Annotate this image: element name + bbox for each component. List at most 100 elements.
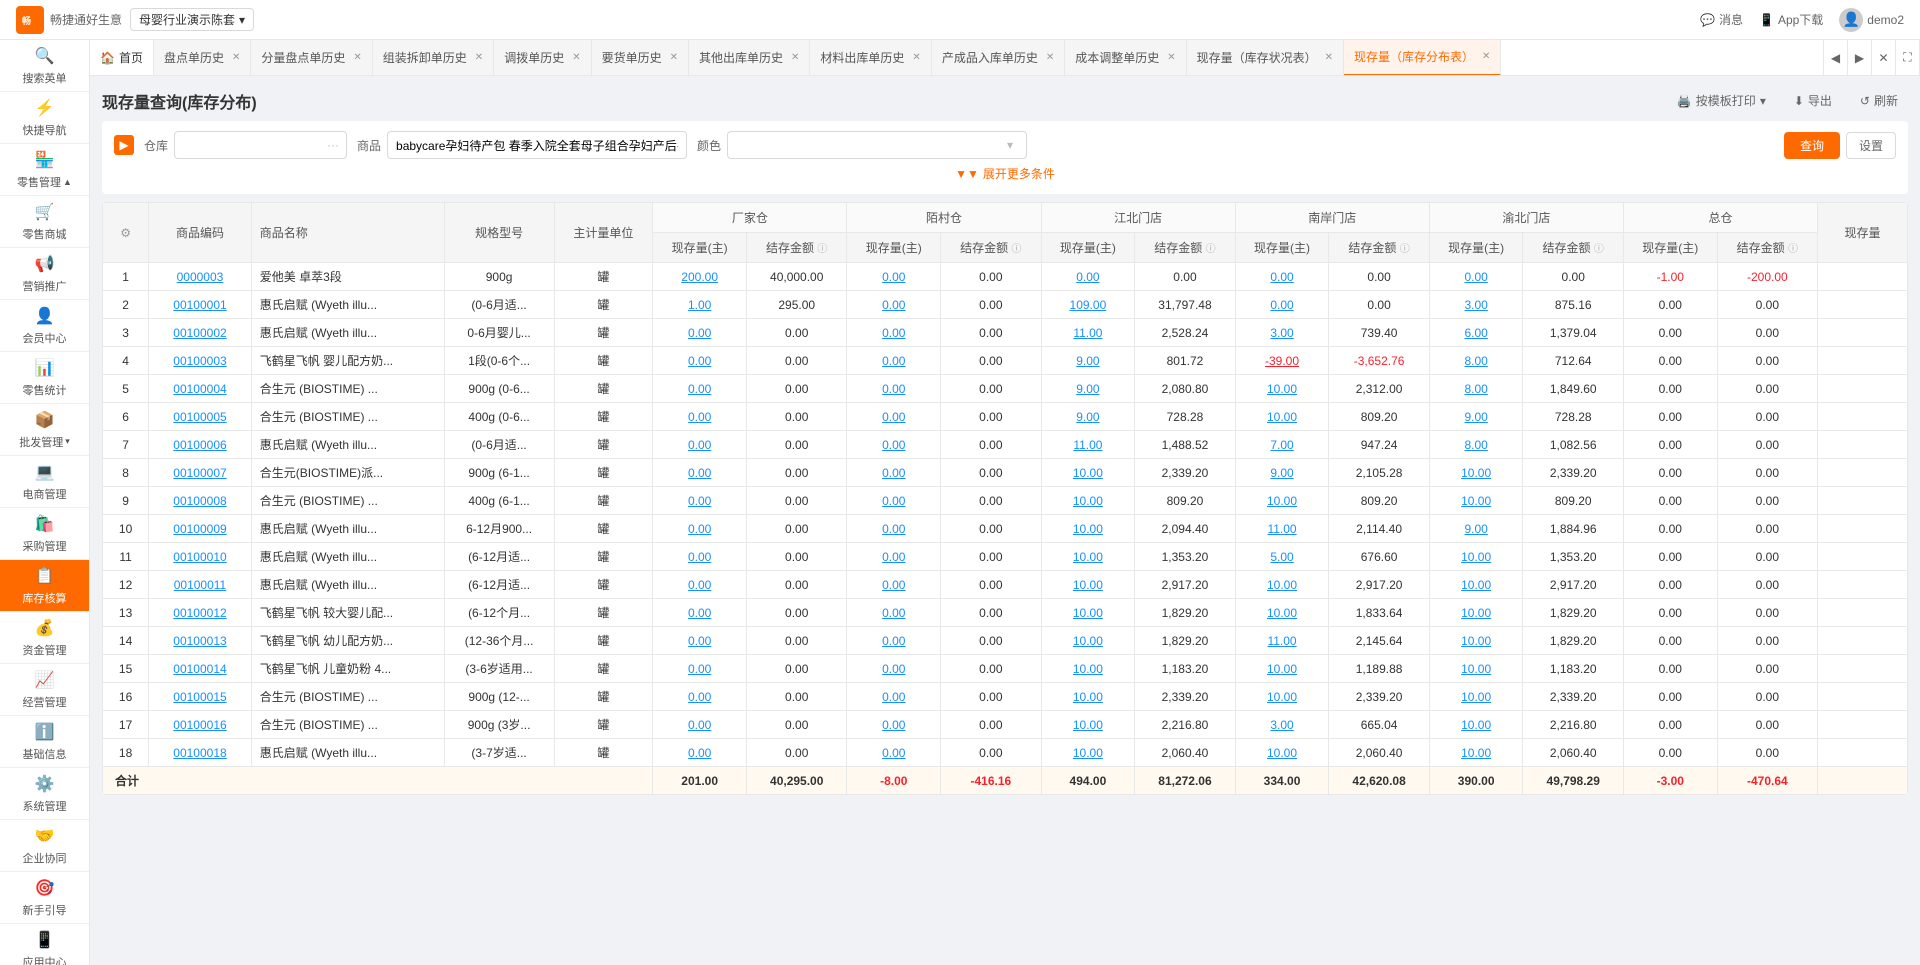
sidebar-item-marketing[interactable]: 📢 营销推广: [0, 248, 89, 300]
mucun-qty-link[interactable]: 0.00: [882, 522, 905, 536]
close-material-out-icon[interactable]: ✕: [912, 52, 920, 63]
sidebar-item-shortcut[interactable]: ⚡ 快捷导航: [0, 92, 89, 144]
sidebar-item-retail-stat[interactable]: 📊 零售统计: [0, 352, 89, 404]
jiangbei-qty-link[interactable]: 0.00: [1076, 270, 1099, 284]
color-input[interactable]: [727, 131, 1027, 159]
jiangbei-qty-link[interactable]: 9.00: [1076, 410, 1099, 424]
nanan-qty-link[interactable]: 10.00: [1267, 382, 1297, 396]
tab-stock-status[interactable]: 现存量（库存状况表） ✕: [1187, 40, 1344, 76]
mucun-qty-link[interactable]: 0.00: [882, 298, 905, 312]
yubei-qty-link[interactable]: 10.00: [1461, 718, 1491, 732]
export-button[interactable]: ⬇ 导出: [1784, 88, 1842, 113]
yubei-qty-link[interactable]: 8.00: [1464, 438, 1487, 452]
jiangbei-qty-link[interactable]: 10.00: [1073, 494, 1103, 508]
mucun-qty-link[interactable]: 0.00: [882, 690, 905, 704]
yubei-qty-link[interactable]: 10.00: [1461, 662, 1491, 676]
mucun-qty-link[interactable]: 0.00: [882, 438, 905, 452]
sidebar-item-appcenter[interactable]: 📱 应用中心: [0, 924, 89, 965]
yubei-qty-link[interactable]: 10.00: [1461, 466, 1491, 480]
mucun-qty-link[interactable]: 0.00: [882, 746, 905, 760]
nanan-qty-link[interactable]: 10.00: [1267, 606, 1297, 620]
refresh-button[interactable]: ↺ 刷新: [1850, 88, 1908, 113]
jiangbei-qty-link[interactable]: 10.00: [1073, 550, 1103, 564]
tab-other-out[interactable]: 其他出库单历史 ✕: [689, 40, 810, 76]
tab-assembly[interactable]: 组装拆卸单历史 ✕: [373, 40, 494, 76]
code-link[interactable]: 00100013: [173, 634, 226, 648]
app-download-btn[interactable]: 📱 App下载: [1759, 11, 1823, 28]
mucun-qty-link[interactable]: 0.00: [882, 354, 905, 368]
mucun-qty-link[interactable]: 0.00: [882, 550, 905, 564]
jiangbei-qty-link[interactable]: 10.00: [1073, 634, 1103, 648]
yubei-qty-link[interactable]: 0.00: [1464, 270, 1487, 284]
close-cost-adj-icon[interactable]: ✕: [1167, 52, 1175, 63]
jiangbei-qty-link[interactable]: 9.00: [1076, 382, 1099, 396]
nanan-qty-link[interactable]: 0.00: [1270, 270, 1293, 284]
nanan-qty-link[interactable]: -39.00: [1265, 354, 1299, 368]
sidebar-item-purchase[interactable]: 🛍️ 采购管理: [0, 508, 89, 560]
sidebar-item-retail-mall[interactable]: 🛒 零售商城: [0, 196, 89, 248]
code-link[interactable]: 0000003: [177, 270, 224, 284]
yubei-qty-link[interactable]: 10.00: [1461, 746, 1491, 760]
nanan-qty-link[interactable]: 3.00: [1270, 718, 1293, 732]
sidebar-item-member[interactable]: 👤 会员中心: [0, 300, 89, 352]
jiangbei-qty-link[interactable]: 10.00: [1073, 746, 1103, 760]
code-link[interactable]: 00100010: [173, 550, 226, 564]
jiangbei-qty-link[interactable]: 11.00: [1073, 438, 1102, 452]
tab-stocktaking[interactable]: 盘点单历史 ✕: [154, 40, 251, 76]
factory-qty-link[interactable]: 0.00: [688, 326, 711, 340]
close-purchase-order-icon[interactable]: ✕: [670, 52, 678, 63]
jiangbei-qty-link[interactable]: 10.00: [1073, 718, 1103, 732]
mucun-qty-link[interactable]: 0.00: [882, 494, 905, 508]
tab-scroll-left[interactable]: ◀: [1824, 40, 1848, 76]
factory-qty-link[interactable]: 0.00: [688, 578, 711, 592]
tab-maximize[interactable]: ⛶: [1896, 40, 1920, 76]
code-link[interactable]: 00100004: [173, 382, 226, 396]
tab-home[interactable]: 🏠 首页: [90, 40, 154, 76]
yubei-qty-link[interactable]: 10.00: [1461, 606, 1491, 620]
yubei-qty-link[interactable]: 9.00: [1464, 410, 1487, 424]
close-other-out-icon[interactable]: ✕: [791, 52, 799, 63]
message-btn[interactable]: 💬 消息: [1700, 11, 1743, 28]
factory-qty-link[interactable]: 0.00: [688, 550, 711, 564]
mucun-qty-link[interactable]: 0.00: [882, 718, 905, 732]
user-area[interactable]: 👤 demo2: [1839, 8, 1904, 32]
factory-qty-link[interactable]: 0.00: [688, 718, 711, 732]
nanan-qty-link[interactable]: 10.00: [1267, 690, 1297, 704]
sidebar-item-finance[interactable]: 💰 资金管理: [0, 612, 89, 664]
mucun-qty-link[interactable]: 0.00: [882, 634, 905, 648]
code-link[interactable]: 00100003: [173, 354, 226, 368]
code-link[interactable]: 00100002: [173, 326, 226, 340]
jiangbei-amt-info-icon[interactable]: ⓘ: [1206, 244, 1216, 255]
tab-transfer[interactable]: 调拨单历史 ✕: [494, 40, 591, 76]
factory-qty-link[interactable]: 0.00: [688, 494, 711, 508]
jiangbei-qty-link[interactable]: 11.00: [1073, 326, 1102, 340]
close-stock-dist-icon[interactable]: ✕: [1482, 51, 1490, 62]
factory-qty-link[interactable]: 0.00: [688, 634, 711, 648]
code-link[interactable]: 00100009: [173, 522, 226, 536]
sidebar-item-basic[interactable]: ℹ️ 基础信息: [0, 716, 89, 768]
sidebar-item-ops[interactable]: 📈 经营管理: [0, 664, 89, 716]
nanan-qty-link[interactable]: 10.00: [1267, 494, 1297, 508]
mucun-qty-link[interactable]: 0.00: [882, 326, 905, 340]
yubei-qty-link[interactable]: 6.00: [1464, 326, 1487, 340]
yubei-qty-link[interactable]: 9.00: [1464, 522, 1487, 536]
mucun-amt-info-icon[interactable]: ⓘ: [1012, 244, 1022, 255]
code-link[interactable]: 00100012: [173, 606, 226, 620]
close-product-in-icon[interactable]: ✕: [1046, 52, 1054, 63]
sidebar-item-inventory[interactable]: 📋 库存核算: [0, 560, 89, 612]
factory-qty-link[interactable]: 0.00: [688, 662, 711, 676]
sidebar-item-wholesale[interactable]: 📦 批发管理 ▾: [0, 404, 89, 456]
close-stock-status-icon[interactable]: ✕: [1325, 52, 1333, 63]
mucun-qty-link[interactable]: 0.00: [882, 606, 905, 620]
factory-qty-link[interactable]: 1.00: [688, 298, 711, 312]
filter-toggle-arrow[interactable]: ▶: [114, 135, 134, 155]
jiangbei-qty-link[interactable]: 109.00: [1070, 298, 1107, 312]
close-transfer-icon[interactable]: ✕: [572, 52, 580, 63]
yubei-qty-link[interactable]: 10.00: [1461, 690, 1491, 704]
close-stocktaking-icon[interactable]: ✕: [232, 52, 240, 63]
factory-qty-link[interactable]: 200.00: [681, 270, 718, 284]
sidebar-item-retail[interactable]: 🏪 零售管理 ▲: [0, 144, 89, 196]
factory-qty-link[interactable]: 0.00: [688, 522, 711, 536]
warehouse-input[interactable]: [174, 131, 347, 159]
factory-qty-link[interactable]: 0.00: [688, 606, 711, 620]
